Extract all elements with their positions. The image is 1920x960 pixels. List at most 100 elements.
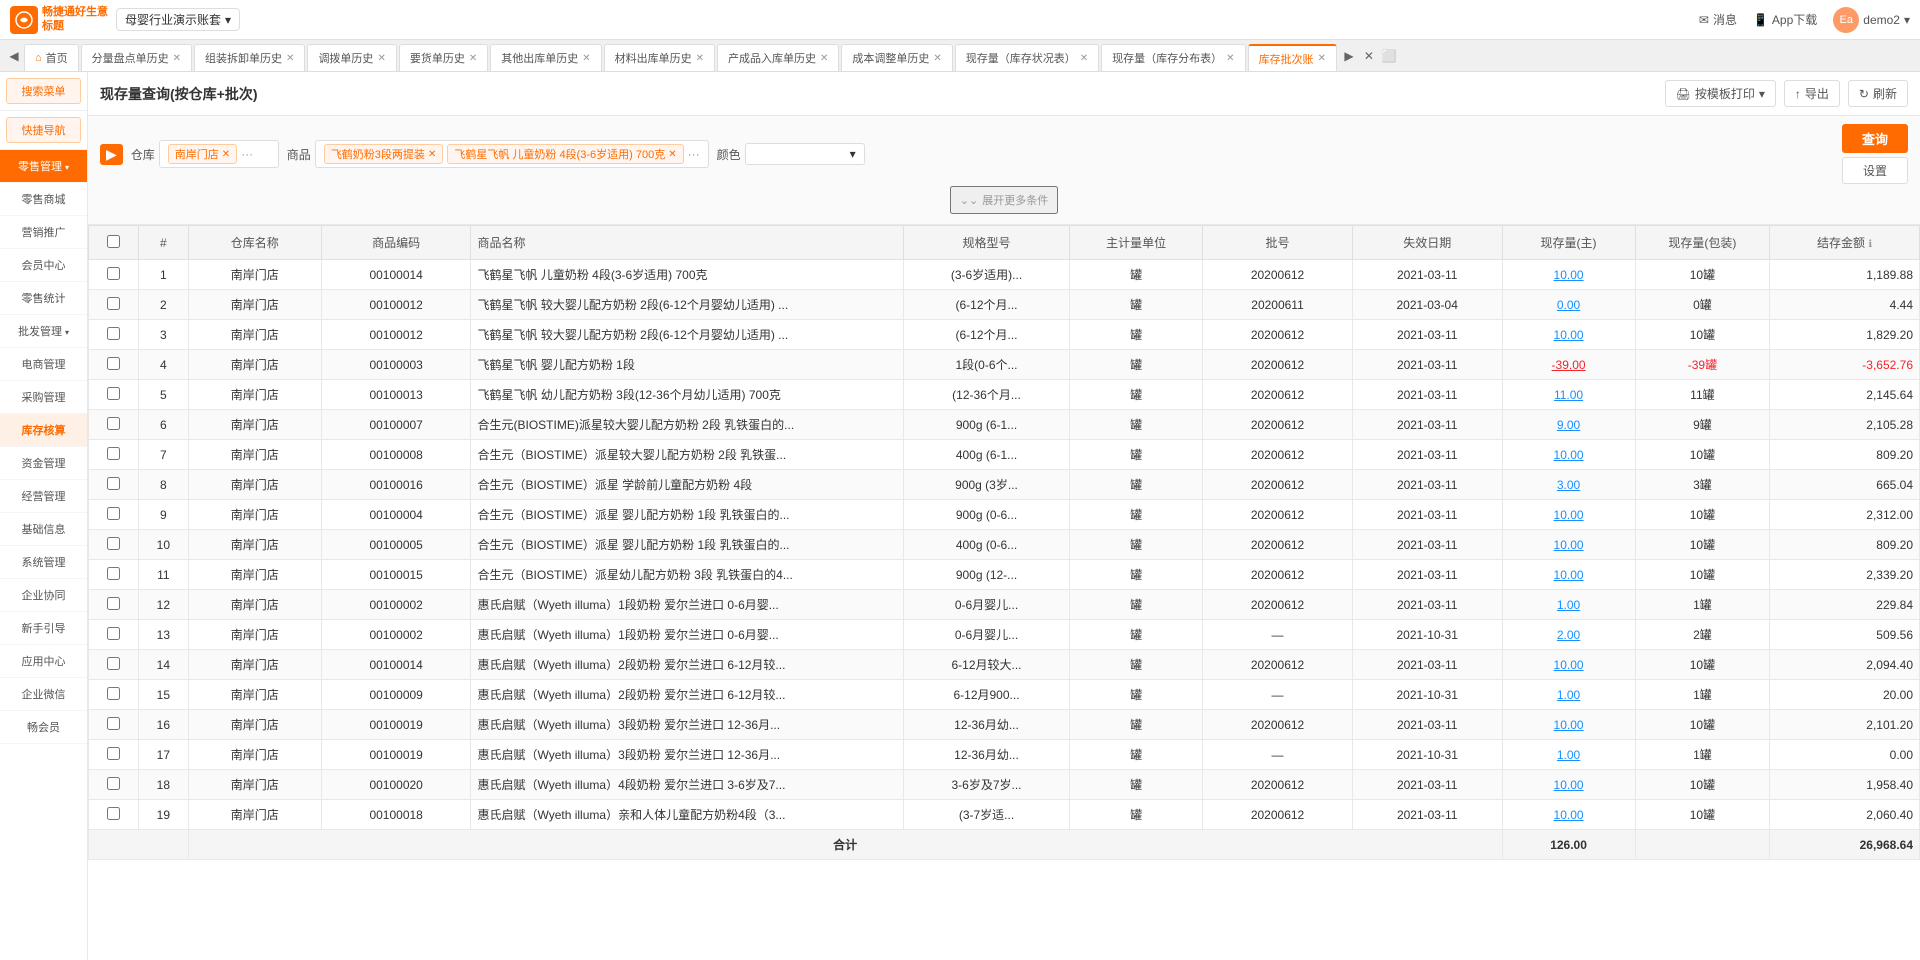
stock-main-link[interactable]: 10.00	[1554, 538, 1584, 552]
stock-main-link[interactable]: 10.00	[1554, 508, 1584, 522]
warehouse-more-dots[interactable]: ···	[241, 147, 253, 161]
row-checkbox[interactable]	[107, 687, 120, 700]
cell-stock-main[interactable]: 2.00	[1502, 620, 1635, 650]
product-tag-0-remove[interactable]: ✕	[428, 149, 436, 160]
sidebar-item-enterprise-wechat[interactable]: 企业微信	[0, 678, 87, 711]
warehouse-tag-remove[interactable]: ✕	[222, 149, 230, 160]
row-checkbox[interactable]	[107, 747, 120, 760]
tab-close-yao-huo[interactable]: ✕	[469, 53, 477, 64]
cell-checkbox[interactable]	[89, 470, 139, 500]
cell-checkbox[interactable]	[89, 410, 139, 440]
row-checkbox[interactable]	[107, 417, 120, 430]
cell-checkbox[interactable]	[89, 530, 139, 560]
search-menu-button[interactable]: 搜索菜单	[6, 78, 81, 104]
stock-main-link[interactable]: 0.00	[1557, 298, 1580, 312]
cell-stock-main[interactable]: -39.00	[1502, 350, 1635, 380]
cell-stock-main[interactable]: 10.00	[1502, 770, 1635, 800]
cell-stock-main[interactable]: 10.00	[1502, 710, 1635, 740]
row-checkbox[interactable]	[107, 477, 120, 490]
select-all-checkbox[interactable]	[107, 235, 120, 248]
stock-main-link[interactable]: 10.00	[1554, 268, 1584, 282]
sidebar-item-operations[interactable]: 经营管理	[0, 480, 87, 513]
cell-checkbox[interactable]	[89, 350, 139, 380]
tab-batch-voucher[interactable]: 库存批次账 ✕	[1248, 44, 1337, 72]
cell-checkbox[interactable]	[89, 320, 139, 350]
color-input[interactable]: ▾	[745, 143, 865, 165]
row-checkbox[interactable]	[107, 567, 120, 580]
cell-checkbox[interactable]	[89, 680, 139, 710]
tab-close-other-out[interactable]: ✕	[582, 53, 590, 64]
tab-close-tiao-bo[interactable]: ✕	[377, 53, 385, 64]
tab-zu-chai[interactable]: 组装拆卸单历史 ✕	[194, 44, 305, 72]
cell-checkbox[interactable]	[89, 440, 139, 470]
stock-main-link[interactable]: 1.00	[1557, 598, 1580, 612]
th-checkbox[interactable]	[89, 226, 139, 260]
template-print-button[interactable]: 🖨 按模板打印 ▾	[1665, 80, 1776, 107]
cell-stock-main[interactable]: 10.00	[1502, 800, 1635, 830]
messages-button[interactable]: ✉ 消息	[1699, 11, 1737, 28]
tab-product-in[interactable]: 产成品入库单历史 ✕	[717, 44, 839, 72]
sidebar-item-appcenter[interactable]: 应用中心	[0, 645, 87, 678]
row-checkbox[interactable]	[107, 597, 120, 610]
cell-stock-main[interactable]: 10.00	[1502, 320, 1635, 350]
tab-stock-status[interactable]: 现存量（库存状况表） ✕	[955, 44, 1099, 72]
cell-checkbox[interactable]	[89, 500, 139, 530]
tab-home[interactable]: ⌂ 首页	[24, 44, 79, 72]
sidebar-item-wholesale[interactable]: 批发管理 ▾	[0, 315, 87, 348]
sidebar-item-member2[interactable]: 畅会员	[0, 711, 87, 744]
sidebar-item-system[interactable]: 系统管理	[0, 546, 87, 579]
tab-nav-prev[interactable]: ◀	[4, 42, 24, 70]
tab-yao-huo[interactable]: 要货单历史 ✕	[399, 44, 488, 72]
sidebar-item-ecommerce[interactable]: 电商管理	[0, 348, 87, 381]
stock-main-link[interactable]: 10.00	[1554, 778, 1584, 792]
cell-stock-main[interactable]: 10.00	[1502, 650, 1635, 680]
stock-main-link[interactable]: 2.00	[1557, 628, 1580, 642]
cell-checkbox[interactable]	[89, 290, 139, 320]
cell-checkbox[interactable]	[89, 260, 139, 290]
product-tag-1-remove[interactable]: ✕	[668, 149, 676, 160]
stock-main-link[interactable]: 1.00	[1557, 688, 1580, 702]
sidebar-item-retail-store[interactable]: 零售商城	[0, 183, 87, 216]
cell-checkbox[interactable]	[89, 590, 139, 620]
stock-main-link[interactable]: 10.00	[1554, 328, 1584, 342]
tab-close-all[interactable]: ✕	[1359, 42, 1379, 70]
cell-stock-main[interactable]: 10.00	[1502, 500, 1635, 530]
stock-main-link[interactable]: 3.00	[1557, 478, 1580, 492]
row-checkbox[interactable]	[107, 267, 120, 280]
sidebar-item-marketing[interactable]: 营销推广	[0, 216, 87, 249]
cell-checkbox[interactable]	[89, 710, 139, 740]
cell-checkbox[interactable]	[89, 650, 139, 680]
quick-nav-button[interactable]: 快捷导航	[6, 117, 81, 143]
cell-stock-main[interactable]: 10.00	[1502, 440, 1635, 470]
tab-maximize[interactable]: ⬜	[1379, 42, 1399, 70]
row-checkbox[interactable]	[107, 507, 120, 520]
stock-main-link[interactable]: 1.00	[1557, 748, 1580, 762]
tab-tiao-bo[interactable]: 调拨单历史 ✕	[307, 44, 396, 72]
warehouse-selector[interactable]: 母婴行业演示账套 ▾	[116, 8, 240, 31]
app-download-button[interactable]: 📱 App下载	[1753, 11, 1817, 28]
tab-other-out[interactable]: 其他出库单历史 ✕	[490, 44, 601, 72]
cell-checkbox[interactable]	[89, 380, 139, 410]
row-checkbox[interactable]	[107, 297, 120, 310]
tab-close-batch-voucher[interactable]: ✕	[1318, 53, 1326, 64]
product-more-dots[interactable]: ···	[688, 147, 700, 161]
tab-nav-next[interactable]: ▶	[1339, 42, 1359, 70]
cell-stock-main[interactable]: 1.00	[1502, 590, 1635, 620]
tab-close-material-out[interactable]: ✕	[696, 53, 704, 64]
tab-close-cost-adj[interactable]: ✕	[933, 53, 941, 64]
stock-main-link[interactable]: 10.00	[1554, 718, 1584, 732]
sidebar-item-finance[interactable]: 资金管理	[0, 447, 87, 480]
stock-main-link[interactable]: 9.00	[1557, 418, 1580, 432]
stock-main-link[interactable]: 11.00	[1554, 388, 1583, 402]
filter-expand-toggle[interactable]: ▶	[100, 144, 123, 165]
sidebar-item-member[interactable]: 会员中心	[0, 249, 87, 282]
tab-cost-adj[interactable]: 成本调整单历史 ✕	[841, 44, 952, 72]
settings-button[interactable]: 设置	[1842, 157, 1908, 184]
cell-stock-main[interactable]: 1.00	[1502, 740, 1635, 770]
warehouse-input[interactable]: 南岸门店 ✕ ···	[159, 140, 279, 168]
export-button[interactable]: ↑ 导出	[1784, 80, 1840, 107]
row-checkbox[interactable]	[107, 777, 120, 790]
cell-checkbox[interactable]	[89, 560, 139, 590]
sidebar-item-newguide[interactable]: 新手引导	[0, 612, 87, 645]
cell-stock-main[interactable]: 0.00	[1502, 290, 1635, 320]
